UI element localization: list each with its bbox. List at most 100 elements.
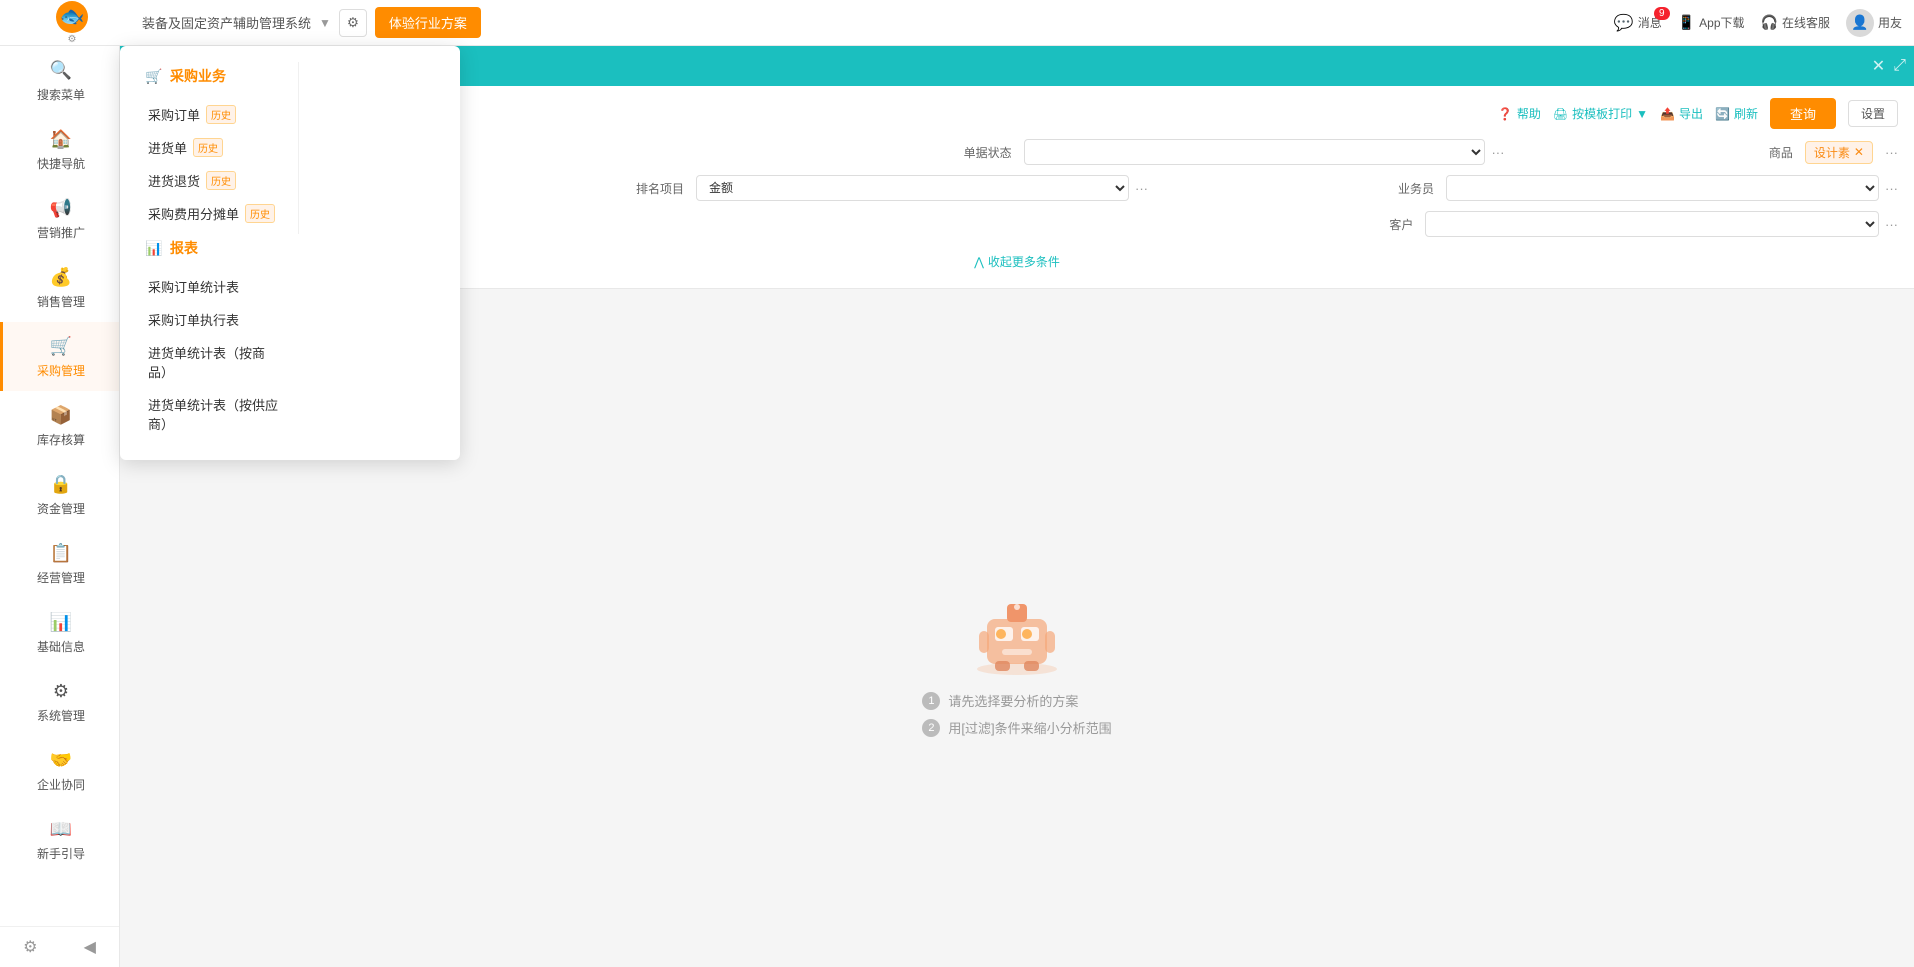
sidebar-item-cooperation[interactable]: 🤝 企业协同 — [0, 736, 119, 805]
salesperson-label: 业务员 — [1398, 180, 1434, 197]
purchase-dropdown-menu: 🛒 采购业务 采购订单 历史 进货单 历史 进货退货 历史 采购费用分摊单 历史… — [120, 46, 460, 460]
sidebar-item-label-sales: 销售管理 — [37, 293, 85, 310]
goods-label: 商品 — [1769, 144, 1793, 161]
sidebar-item-label-operation: 经营管理 — [37, 569, 85, 586]
system-icon: ⚙ — [49, 679, 73, 703]
sidebar-item-purchase[interactable]: 🛒 采购管理 — [0, 322, 119, 391]
goods-receipt-label: 进货单 — [148, 138, 187, 157]
sidebar-item-label-search: 搜索菜单 — [37, 86, 85, 103]
sidebar-item-operation[interactable]: 📋 经营管理 — [0, 529, 119, 598]
sidebar-item-sales[interactable]: 💰 销售管理 — [0, 253, 119, 322]
purchase-section-title: 🛒 采购业务 — [144, 66, 282, 86]
sidebar-item-finance[interactable]: 🔒 资金管理 — [0, 460, 119, 529]
empty-hint-1: 1 请先选择要分析的方案 — [922, 691, 1111, 710]
app-download-label: App下载 — [1699, 14, 1744, 31]
search-icon: 🔍 — [49, 58, 73, 82]
logo-icon: 🐟 — [56, 1, 88, 33]
print-btn[interactable]: 🖨 按模板打印 ▼ — [1553, 105, 1648, 122]
industry-btn[interactable]: 体验行业方案 — [375, 7, 481, 38]
collapse-icon: ⋀ — [974, 255, 984, 269]
help-btn[interactable]: ❓ 帮助 — [1498, 105, 1541, 122]
empty-svg — [957, 579, 1077, 679]
status-dots[interactable]: ··· — [1491, 145, 1504, 160]
sidebar-item-label-finance: 资金管理 — [37, 500, 85, 517]
dropdown-item-receipt-stats-goods[interactable]: 进货单统计表（按商品） — [144, 336, 282, 388]
print-icon: 🖨 — [1553, 107, 1568, 121]
goods-return-history[interactable]: 历史 — [206, 171, 236, 190]
sidebar-item-search[interactable]: 🔍 搜索菜单 — [0, 46, 119, 115]
dropdown-item-po-stats[interactable]: 采购订单统计表 — [144, 270, 282, 303]
user-btn[interactable]: 👤 用友 — [1846, 9, 1902, 37]
sidebar-item-system[interactable]: ⚙ 系统管理 — [0, 667, 119, 736]
user-label: 用友 — [1878, 14, 1902, 31]
header-settings-btn[interactable]: ⚙ — [339, 9, 367, 37]
online-service-btn[interactable]: 🎧 在线客服 — [1761, 14, 1830, 31]
sidebar-item-quicknav[interactable]: 🏠 快捷导航 — [0, 115, 119, 184]
po-exec-label: 采购订单执行表 — [148, 310, 239, 329]
export-icon: 📤 — [1660, 107, 1675, 121]
purchase-order-history[interactable]: 历史 — [206, 105, 236, 124]
goods-tag-text: 设计素 — [1814, 144, 1850, 161]
user-avatar: 👤 — [1846, 9, 1874, 37]
goods-dots[interactable]: ··· — [1885, 145, 1898, 160]
sidebar-collapse-btn[interactable]: ◀ — [84, 937, 96, 957]
finance-icon: 🔒 — [49, 472, 73, 496]
tab-expand-icon[interactable]: ⤢ — [1893, 57, 1906, 75]
receipt-stats-goods-label: 进货单统计表（按商品） — [148, 343, 278, 381]
goods-receipt-history[interactable]: 历史 — [193, 138, 223, 157]
logo-subtitle: ⚙ — [68, 34, 77, 45]
empty-illustration — [957, 579, 1077, 679]
hint-num-1: 1 — [922, 692, 940, 710]
dropdown-item-po-exec[interactable]: 采购订单执行表 — [144, 303, 282, 336]
query-btn[interactable]: 查询 — [1770, 98, 1836, 129]
header-right: 💬 消息 9 📱 App下载 🎧 在线客服 👤 用友 — [1614, 9, 1902, 37]
sidebar-settings-btn[interactable]: ⚙ — [23, 937, 37, 957]
customer-select[interactable] — [1425, 211, 1879, 237]
top-header: 🐟 ⚙ 装备及固定资产辅助管理系统 ▼ ⚙ 体验行业方案 💬 消息 9 📱 Ap… — [0, 0, 1914, 46]
refresh-label: 刷新 — [1734, 105, 1758, 122]
inventory-icon: 📦 — [49, 403, 73, 427]
system-title: 装备及固定资产辅助管理系统 — [142, 13, 311, 32]
export-btn[interactable]: 📤 导出 — [1660, 105, 1703, 122]
status-select[interactable] — [1024, 139, 1486, 165]
dropdown-item-goods-receipt[interactable]: 进货单 历史 — [144, 131, 282, 164]
system-dropdown-btn[interactable]: ▼ — [319, 16, 331, 30]
rank-select[interactable]: 金额 — [696, 175, 1129, 201]
sidebar-item-marketing[interactable]: 📢 营销推广 — [0, 184, 119, 253]
messages-btn[interactable]: 💬 消息 9 — [1614, 13, 1662, 33]
tab-close-all-icon[interactable]: ✕ — [1872, 56, 1885, 76]
print-dropdown-icon: ▼ — [1636, 107, 1648, 121]
purchase-section: 🛒 采购业务 采购订单 历史 进货单 历史 进货退货 历史 采购费用分摊单 历史 — [136, 62, 290, 234]
status-select-area: ··· — [1024, 139, 1505, 165]
logo-area: 🐟 ⚙ — [12, 1, 132, 45]
refresh-icon: 🔄 — [1715, 107, 1730, 121]
dropdown-item-purchase-expense[interactable]: 采购费用分摊单 历史 — [144, 197, 282, 230]
salesperson-dots[interactable]: ··· — [1885, 181, 1898, 196]
sidebar-item-inventory[interactable]: 📦 库存核算 — [0, 391, 119, 460]
rank-label: 排名项目 — [636, 180, 684, 197]
dropdown-item-purchase-order[interactable]: 采购订单 历史 — [144, 98, 282, 131]
hint-num-2: 2 — [922, 719, 940, 737]
basic-icon: 📊 — [49, 610, 73, 634]
refresh-btn[interactable]: 🔄 刷新 — [1715, 105, 1758, 122]
app-download-btn[interactable]: 📱 App下载 — [1678, 14, 1745, 31]
dropdown-item-receipt-stats-supplier[interactable]: 进货单统计表（按供应商） — [144, 388, 282, 440]
sidebar-item-guide[interactable]: 📖 新手引导 — [0, 805, 119, 874]
header-middle: 装备及固定资产辅助管理系统 ▼ ⚙ 体验行业方案 — [132, 7, 1614, 38]
status-label: 单据状态 — [964, 144, 1012, 161]
sidebar-item-label-inventory: 库存核算 — [37, 431, 85, 448]
salesperson-select-area: ··· — [1446, 175, 1898, 201]
salesperson-select[interactable] — [1446, 175, 1879, 201]
collapse-label: 收起更多条件 — [988, 253, 1060, 270]
rank-dots[interactable]: ··· — [1135, 181, 1148, 196]
customer-dots[interactable]: ··· — [1885, 217, 1898, 232]
dropdown-item-goods-return[interactable]: 进货退货 历史 — [144, 164, 282, 197]
settings-small-btn[interactable]: 设置 — [1848, 100, 1898, 127]
po-stats-label: 采购订单统计表 — [148, 277, 239, 296]
purchase-expense-history[interactable]: 历史 — [245, 204, 275, 223]
sidebar-item-label-basic: 基础信息 — [37, 638, 85, 655]
sidebar-item-basic[interactable]: 📊 基础信息 — [0, 598, 119, 667]
help-label: 帮助 — [1517, 105, 1541, 122]
goods-tag: 设计素 ✕ — [1805, 141, 1873, 164]
goods-tag-close[interactable]: ✕ — [1854, 145, 1864, 159]
